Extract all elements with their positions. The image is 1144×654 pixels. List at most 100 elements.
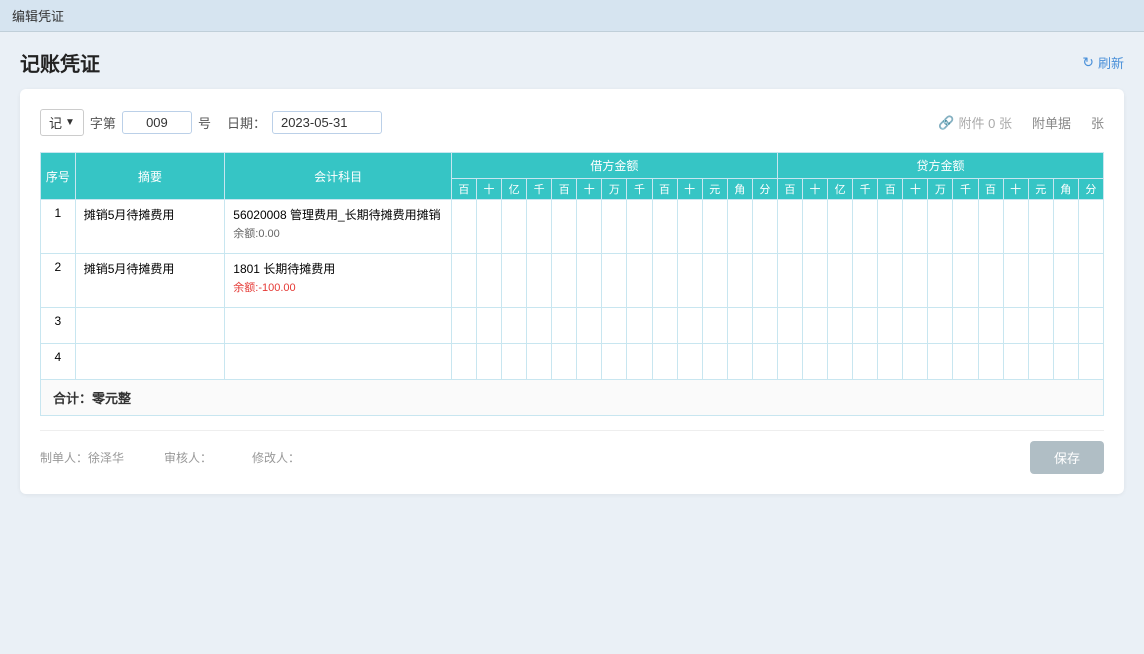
row-credit-d2[interactable] [802, 200, 827, 254]
row-debit-d10[interactable] [677, 308, 702, 344]
row-account[interactable]: 1801 长期待摊费用余额:-100.00 [225, 254, 452, 308]
row-debit-d6[interactable] [577, 344, 602, 380]
row-debit-d1[interactable] [451, 308, 476, 344]
row-debit-d8[interactable] [627, 308, 652, 344]
date-input[interactable] [272, 111, 382, 134]
row-debit-d4[interactable] [527, 254, 552, 308]
row-debit-d5[interactable] [552, 308, 577, 344]
row-account[interactable] [225, 308, 452, 344]
row-credit-d2[interactable] [802, 254, 827, 308]
row-debit-d11[interactable] [702, 344, 727, 380]
row-credit-d6[interactable] [903, 254, 928, 308]
row-credit-d10[interactable] [1003, 344, 1028, 380]
row-credit-d8[interactable] [953, 308, 978, 344]
row-debit-d9[interactable] [652, 200, 677, 254]
row-debit-d12[interactable] [727, 308, 752, 344]
row-credit-d5[interactable] [878, 308, 903, 344]
row-debit-d5[interactable] [552, 254, 577, 308]
row-credit-d8[interactable] [953, 254, 978, 308]
row-debit-d12[interactable] [727, 200, 752, 254]
row-credit-d3[interactable] [828, 344, 853, 380]
row-credit-d6[interactable] [903, 200, 928, 254]
row-credit-d13[interactable] [1078, 308, 1103, 344]
row-credit-d5[interactable] [878, 254, 903, 308]
row-debit-d10[interactable] [677, 200, 702, 254]
row-credit-d1[interactable] [777, 200, 802, 254]
row-credit-d9[interactable] [978, 254, 1003, 308]
row-credit-d5[interactable] [878, 200, 903, 254]
row-debit-d4[interactable] [527, 308, 552, 344]
row-debit-d13[interactable] [752, 344, 777, 380]
row-credit-d3[interactable] [828, 200, 853, 254]
row-debit-d7[interactable] [602, 200, 627, 254]
row-debit-d11[interactable] [702, 308, 727, 344]
row-debit-d12[interactable] [727, 254, 752, 308]
row-debit-d9[interactable] [652, 344, 677, 380]
row-credit-d9[interactable] [978, 200, 1003, 254]
row-credit-d4[interactable] [853, 254, 878, 308]
row-credit-d13[interactable] [1078, 254, 1103, 308]
row-debit-d3[interactable] [502, 200, 527, 254]
row-credit-d1[interactable] [777, 254, 802, 308]
row-credit-d7[interactable] [928, 254, 953, 308]
row-credit-d2[interactable] [802, 308, 827, 344]
row-debit-d1[interactable] [451, 254, 476, 308]
row-debit-d7[interactable] [602, 344, 627, 380]
row-debit-d12[interactable] [727, 344, 752, 380]
row-summary[interactable] [75, 344, 225, 380]
row-debit-d13[interactable] [752, 200, 777, 254]
row-credit-d11[interactable] [1028, 200, 1053, 254]
row-account[interactable] [225, 344, 452, 380]
row-debit-d13[interactable] [752, 254, 777, 308]
row-credit-d10[interactable] [1003, 254, 1028, 308]
row-credit-d4[interactable] [853, 308, 878, 344]
row-debit-d2[interactable] [476, 344, 501, 380]
row-debit-d8[interactable] [627, 254, 652, 308]
row-credit-d7[interactable] [928, 200, 953, 254]
row-credit-d10[interactable] [1003, 200, 1028, 254]
row-credit-d12[interactable] [1053, 344, 1078, 380]
attachment-link[interactable]: 🔗 附件 0 张 [938, 113, 1012, 132]
row-credit-d9[interactable] [978, 308, 1003, 344]
save-button[interactable]: 保存 [1030, 441, 1104, 474]
row-debit-d5[interactable] [552, 200, 577, 254]
row-debit-d9[interactable] [652, 308, 677, 344]
row-credit-d9[interactable] [978, 344, 1003, 380]
row-credit-d12[interactable] [1053, 254, 1078, 308]
row-debit-d1[interactable] [451, 344, 476, 380]
row-debit-d10[interactable] [677, 254, 702, 308]
row-debit-d3[interactable] [502, 254, 527, 308]
row-debit-d2[interactable] [476, 308, 501, 344]
row-debit-d11[interactable] [702, 200, 727, 254]
row-debit-d1[interactable] [451, 200, 476, 254]
row-credit-d12[interactable] [1053, 200, 1078, 254]
prefix-dropdown[interactable]: 记 ▼ [40, 109, 84, 136]
row-debit-d7[interactable] [602, 308, 627, 344]
row-credit-d12[interactable] [1053, 308, 1078, 344]
row-debit-d9[interactable] [652, 254, 677, 308]
row-credit-d7[interactable] [928, 344, 953, 380]
row-debit-d2[interactable] [476, 200, 501, 254]
row-credit-d6[interactable] [903, 344, 928, 380]
row-debit-d8[interactable] [627, 344, 652, 380]
row-summary[interactable]: 摊销5月待摊费用 [75, 200, 225, 254]
row-credit-d10[interactable] [1003, 308, 1028, 344]
row-debit-d6[interactable] [577, 254, 602, 308]
row-credit-d13[interactable] [1078, 200, 1103, 254]
row-credit-d1[interactable] [777, 308, 802, 344]
row-account[interactable]: 56020008 管理费用_长期待摊费用摊销余额:0.00 [225, 200, 452, 254]
row-summary[interactable]: 摊销5月待摊费用 [75, 254, 225, 308]
row-debit-d3[interactable] [502, 308, 527, 344]
row-debit-d11[interactable] [702, 254, 727, 308]
row-credit-d6[interactable] [903, 308, 928, 344]
row-credit-d4[interactable] [853, 344, 878, 380]
row-credit-d4[interactable] [853, 200, 878, 254]
row-debit-d5[interactable] [552, 344, 577, 380]
row-debit-d4[interactable] [527, 200, 552, 254]
row-debit-d7[interactable] [602, 254, 627, 308]
row-credit-d7[interactable] [928, 308, 953, 344]
row-credit-d5[interactable] [878, 344, 903, 380]
row-debit-d4[interactable] [527, 344, 552, 380]
row-debit-d6[interactable] [577, 200, 602, 254]
voucher-number-input[interactable] [122, 111, 192, 134]
